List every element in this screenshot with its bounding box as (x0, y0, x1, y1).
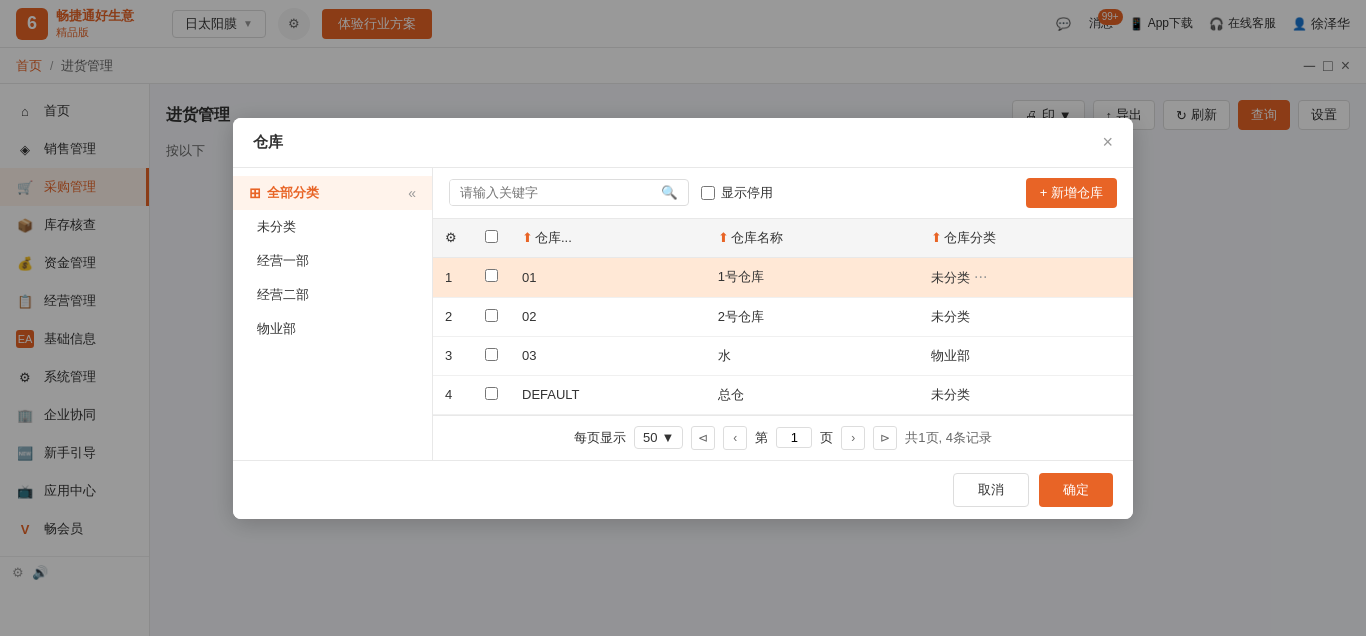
row-checkbox-cell (473, 297, 510, 336)
per-page-value: 50 (643, 430, 657, 445)
row-category: 未分类 (919, 297, 1133, 336)
row-name: 水 (706, 336, 920, 375)
row-category: 未分类 ··· (919, 257, 1133, 297)
col-code: ⬆仓库... (510, 219, 706, 258)
row-actions[interactable]: ··· (974, 268, 987, 285)
row-checkbox[interactable] (485, 309, 498, 322)
show-disabled-wrap: 显示停用 (701, 184, 773, 202)
search-button[interactable]: 🔍 (651, 180, 688, 205)
row-name: 1号仓库 (706, 257, 920, 297)
row-checkbox[interactable] (485, 387, 498, 400)
per-page-select[interactable]: 50 ▼ (634, 426, 683, 449)
table-row[interactable]: 4 DEFAULT 总仓 未分类 (433, 375, 1133, 414)
next-page-button[interactable]: › (841, 426, 865, 450)
category-item-property[interactable]: 物业部 (233, 312, 432, 346)
page-label: 第 (755, 429, 768, 447)
table-toolbar: 🔍 显示停用 + 新增仓库 (433, 168, 1133, 219)
col-settings: ⚙ (433, 219, 473, 258)
row-category: 物业部 (919, 336, 1133, 375)
row-name: 2号仓库 (706, 297, 920, 336)
row-num: 2 (433, 297, 473, 336)
row-checkbox[interactable] (485, 269, 498, 282)
add-warehouse-button[interactable]: + 新增仓库 (1026, 178, 1117, 208)
table-row[interactable]: 1 01 1号仓库 未分类 ··· (433, 257, 1133, 297)
modal-footer: 取消 确定 (233, 460, 1133, 519)
row-checkbox-cell (473, 336, 510, 375)
table-body: 1 01 1号仓库 未分类 ··· 2 02 2号仓库 (433, 257, 1133, 414)
category-title: ⊞ 全部分类 (249, 184, 319, 202)
page-number-input[interactable] (776, 427, 812, 448)
modal-body: ⊞ 全部分类 « 未分类 经营一部 经营二部 物业部 🔍 (233, 168, 1133, 460)
row-checkbox-cell (473, 257, 510, 297)
sort-icon-category: ⬆ (931, 230, 942, 245)
show-disabled-checkbox[interactable] (701, 186, 715, 200)
modal-close-button[interactable]: × (1102, 132, 1113, 153)
first-page-button[interactable]: ⊲ (691, 426, 715, 450)
category-item-none[interactable]: 未分类 (233, 210, 432, 244)
search-box: 🔍 (449, 179, 689, 206)
category-header: ⊞ 全部分类 « (233, 176, 432, 210)
row-num: 4 (433, 375, 473, 414)
table-head: ⚙ ⬆仓库... ⬆仓库名称 ⬆仓库分类 (433, 219, 1133, 258)
table-row[interactable]: 2 02 2号仓库 未分类 (433, 297, 1133, 336)
row-num: 3 (433, 336, 473, 375)
sort-icon-code: ⬆ (522, 230, 533, 245)
warehouse-modal: 仓库 × ⊞ 全部分类 « 未分类 经营一部 经营二部 物业部 (233, 118, 1133, 519)
cancel-button[interactable]: 取消 (953, 473, 1029, 507)
grid-icon: ⊞ (249, 185, 261, 201)
row-num: 1 (433, 257, 473, 297)
row-checkbox-cell (473, 375, 510, 414)
row-checkbox[interactable] (485, 348, 498, 361)
table-panel: 🔍 显示停用 + 新增仓库 ⚙ (433, 168, 1133, 460)
per-page-label: 每页显示 (574, 429, 626, 447)
modal-title: 仓库 (253, 133, 283, 152)
category-collapse-button[interactable]: « (408, 185, 416, 201)
col-category: ⬆仓库分类 (919, 219, 1133, 258)
prev-page-button[interactable]: ‹ (723, 426, 747, 450)
last-page-button[interactable]: ⊳ (873, 426, 897, 450)
confirm-button[interactable]: 确定 (1039, 473, 1113, 507)
modal-overlay: 仓库 × ⊞ 全部分类 « 未分类 经营一部 经营二部 物业部 (0, 0, 1366, 636)
category-panel: ⊞ 全部分类 « 未分类 经营一部 经营二部 物业部 (233, 168, 433, 460)
table-row[interactable]: 3 03 水 物业部 (433, 336, 1133, 375)
sort-icon-name: ⬆ (718, 230, 729, 245)
show-disabled-label: 显示停用 (721, 184, 773, 202)
row-code: 02 (510, 297, 706, 336)
row-code: DEFAULT (510, 375, 706, 414)
col-name: ⬆仓库名称 (706, 219, 920, 258)
category-header-label: 全部分类 (267, 184, 319, 202)
row-code: 01 (510, 257, 706, 297)
page-unit-label: 页 (820, 429, 833, 447)
row-code: 03 (510, 336, 706, 375)
per-page-chevron-icon: ▼ (661, 430, 674, 445)
row-name: 总仓 (706, 375, 920, 414)
page-info: 共1页, 4条记录 (905, 429, 992, 447)
row-category: 未分类 (919, 375, 1133, 414)
category-item-dept1[interactable]: 经营一部 (233, 244, 432, 278)
modal-header: 仓库 × (233, 118, 1133, 168)
data-table: ⚙ ⬆仓库... ⬆仓库名称 ⬆仓库分类 1 01 (433, 219, 1133, 415)
col-checkbox (473, 219, 510, 258)
search-input[interactable] (450, 180, 651, 205)
pagination-bar: 每页显示 50 ▼ ⊲ ‹ 第 页 › ⊳ 共1页, 4条记录 (433, 415, 1133, 460)
category-item-dept2[interactable]: 经营二部 (233, 278, 432, 312)
warehouse-table: ⚙ ⬆仓库... ⬆仓库名称 ⬆仓库分类 1 01 (433, 219, 1133, 415)
select-all-checkbox[interactable] (485, 230, 498, 243)
